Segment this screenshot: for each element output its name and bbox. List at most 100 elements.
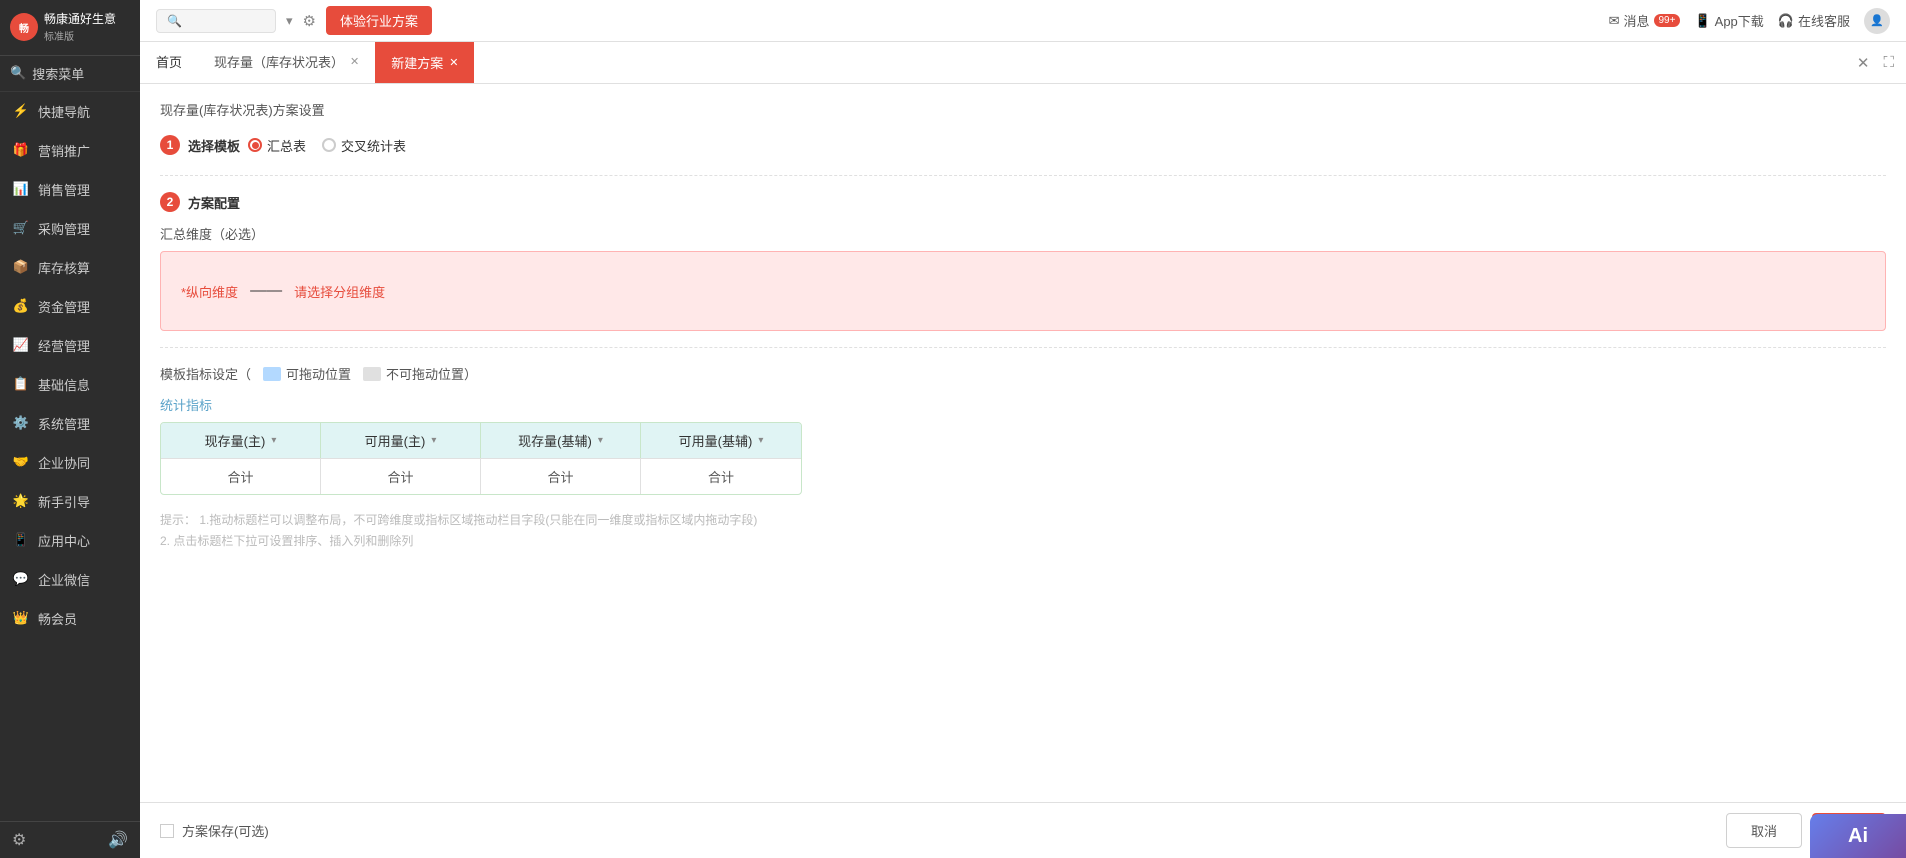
indicators-row: 模板指标设定（ 可拖动位置 不可拖动位置） [160, 364, 1886, 383]
sidebar-item-purchase-label: 采购管理 [38, 219, 90, 238]
settings-icon[interactable]: ⚙ [12, 830, 26, 850]
sidebar-item-basic-info-label: 基础信息 [38, 375, 90, 394]
wechat-icon: 💬 [12, 570, 30, 588]
topbar: 🔍 ▾ ⚙ 体验行业方案 ✉ 消息 99+ 📱 App下载 🎧 在线客服 👤 [140, 0, 1906, 42]
save-checkbox[interactable] [160, 824, 174, 838]
drag-box [263, 367, 281, 381]
radio-summary[interactable]: 汇总表 [248, 136, 306, 155]
quick-nav-icon: ⚡ [12, 102, 30, 120]
topbar-chevron-down[interactable]: ▾ [286, 13, 293, 29]
user-avatar[interactable]: 👤 [1864, 8, 1890, 34]
dimension-box[interactable]: *纵向维度 —— 请选择分组维度 [160, 251, 1886, 331]
radio-cross-label: 交叉统计表 [341, 136, 406, 155]
stats-body-1: 合计 [321, 458, 481, 494]
message-item[interactable]: ✉ 消息 99+ [1609, 11, 1681, 30]
tab-close-all-icon[interactable]: ✕ [1853, 50, 1874, 76]
stats-header-row: 现存量(主) ▾ 可用量(主) ▾ 现存量(基辅) ▾ [161, 423, 801, 458]
topbar-left: 🔍 ▾ ⚙ 体验行业方案 [156, 6, 432, 35]
section1-header: 1 选择模板 汇总表 交叉统计表 [160, 135, 1886, 155]
sales-icon: 📊 [12, 180, 30, 198]
message-label: 消息 [1623, 11, 1649, 30]
sidebar-item-inventory-label: 库存核算 [38, 258, 90, 277]
content-area: 现存量(库存状况表)方案设置 1 选择模板 汇总表 [140, 84, 1906, 802]
sidebar-item-app-center[interactable]: 📱 应用中心 [0, 521, 140, 560]
sidebar-footer: ⚙ 🔊 [0, 821, 140, 858]
stats-body-3: 合计 [641, 458, 801, 494]
sidebar-item-newbie[interactable]: 🌟 新手引导 [0, 482, 140, 521]
sidebar-item-operation[interactable]: 📈 经营管理 [0, 326, 140, 365]
stats-title: 统计指标 [160, 395, 1886, 414]
tab-new-plan-label: 新建方案 [391, 53, 443, 72]
app-center-icon: 📱 [12, 531, 30, 549]
sidebar-item-sales[interactable]: 📊 销售管理 [0, 170, 140, 209]
online-service-item[interactable]: 🎧 在线客服 [1778, 11, 1850, 30]
indicator-nodrag: 不可拖动位置） [363, 364, 477, 383]
sidebar-item-member-label: 畅会员 [38, 609, 77, 628]
stats-col-2[interactable]: 现存量(基辅) ▾ [481, 423, 641, 458]
section2-header: 2 方案配置 [160, 192, 1886, 212]
tab-new-plan-close[interactable]: ✕ [449, 56, 458, 69]
stats-col-1-chevron: ▾ [431, 435, 436, 446]
tab-inventory-status[interactable]: 现存量（库存状况表） ✕ [198, 42, 375, 83]
dimension-required: *纵向维度 [181, 282, 238, 301]
sidebar-item-app-center-label: 应用中心 [38, 531, 90, 550]
stats-table: 现存量(主) ▾ 可用量(主) ▾ 现存量(基辅) ▾ [160, 422, 802, 495]
sidebar-item-marketing[interactable]: 🎁 营销推广 [0, 131, 140, 170]
stats-body-row: 合计 合计 合计 合计 [161, 458, 801, 494]
stats-col-1[interactable]: 可用量(主) ▾ [321, 423, 481, 458]
volume-icon[interactable]: 🔊 [108, 830, 128, 850]
system-icon: ⚙️ [12, 414, 30, 432]
content-inner: 现存量(库存状况表)方案设置 1 选择模板 汇总表 [140, 84, 1906, 802]
marketing-icon: 🎁 [12, 141, 30, 159]
logo-icon: 畅 [10, 13, 38, 41]
tab-new-plan[interactable]: 新建方案 ✕ [375, 42, 474, 83]
topbar-gear-icon[interactable]: ⚙ [303, 12, 316, 30]
stats-col-3[interactable]: 可用量(基辅) ▾ [641, 423, 801, 458]
phone-icon: 📱 [1694, 13, 1710, 29]
app-download-item[interactable]: 📱 App下载 [1694, 11, 1763, 30]
tab-home-label: 首页 [156, 52, 182, 71]
sidebar-item-system[interactable]: ⚙️ 系统管理 [0, 404, 140, 443]
sidebar-item-purchase[interactable]: 🛒 采购管理 [0, 209, 140, 248]
sidebar-item-member[interactable]: 👑 畅会员 [0, 599, 140, 638]
dimension-placeholder: 请选择分组维度 [294, 282, 385, 301]
purchase-icon: 🛒 [12, 219, 30, 237]
message-badge: 99+ [1654, 14, 1681, 27]
tab-inventory-status-close[interactable]: ✕ [350, 55, 359, 68]
radio-cross-circle [322, 138, 336, 152]
sidebar-item-finance[interactable]: 💰 资金管理 [0, 287, 140, 326]
dimension-label: 汇总维度（必选） [160, 224, 1886, 243]
stats-col-0[interactable]: 现存量(主) ▾ [161, 423, 321, 458]
sidebar-item-enterprise[interactable]: 🤝 企业协同 [0, 443, 140, 482]
topbar-search-icon: 🔍 [167, 14, 182, 28]
operation-icon: 📈 [12, 336, 30, 354]
tabbar-right: ✕ ⛶ [1853, 42, 1906, 83]
sidebar-item-quick-nav[interactable]: ⚡ 快捷导航 [0, 92, 140, 131]
sidebar-item-basic-info[interactable]: 📋 基础信息 [0, 365, 140, 404]
radio-cross[interactable]: 交叉统计表 [322, 136, 406, 155]
experience-btn[interactable]: 体验行业方案 [326, 6, 432, 35]
tab-home[interactable]: 首页 [140, 42, 198, 83]
ai-label: Ai [1848, 825, 1868, 848]
main-area: 🔍 ▾ ⚙ 体验行业方案 ✉ 消息 99+ 📱 App下载 🎧 在线客服 👤 [140, 0, 1906, 858]
ai-badge[interactable]: Ai [1810, 814, 1906, 858]
footer-bar: 方案保存(可选) 取消 查询 [140, 802, 1906, 858]
tab-inventory-status-label: 现存量（库存状况表） [214, 52, 344, 71]
tab-expand-icon[interactable]: ⛶ [1879, 50, 1898, 75]
section2-title: 方案配置 [188, 193, 240, 212]
footer-left: 方案保存(可选) [160, 821, 269, 840]
tip-1: 提示： 1.拖动标题栏可以调整布局，不可跨维度或指标区域拖动栏目字段(只能在同一… [160, 511, 1886, 528]
sidebar-item-inventory[interactable]: 📦 库存核算 [0, 248, 140, 287]
dimension-arrow: —— [250, 282, 282, 300]
sidebar-search[interactable]: 🔍 搜索菜单 [0, 56, 140, 92]
stats-body-0: 合计 [161, 458, 321, 494]
stats-col-0-chevron: ▾ [271, 435, 276, 446]
member-icon: 👑 [12, 609, 30, 627]
cancel-button[interactable]: 取消 [1726, 813, 1802, 848]
sidebar-item-quick-nav-label: 快捷导航 [38, 102, 90, 121]
topbar-search[interactable]: 🔍 [156, 9, 276, 33]
tip-2: 2. 点击标题栏下拉可设置排序、插入列和删除列 [160, 532, 1886, 549]
sidebar-item-wechat[interactable]: 💬 企业微信 [0, 560, 140, 599]
newbie-icon: 🌟 [12, 492, 30, 510]
tabbar: 首页 现存量（库存状况表） ✕ 新建方案 ✕ ✕ ⛶ [140, 42, 1906, 84]
